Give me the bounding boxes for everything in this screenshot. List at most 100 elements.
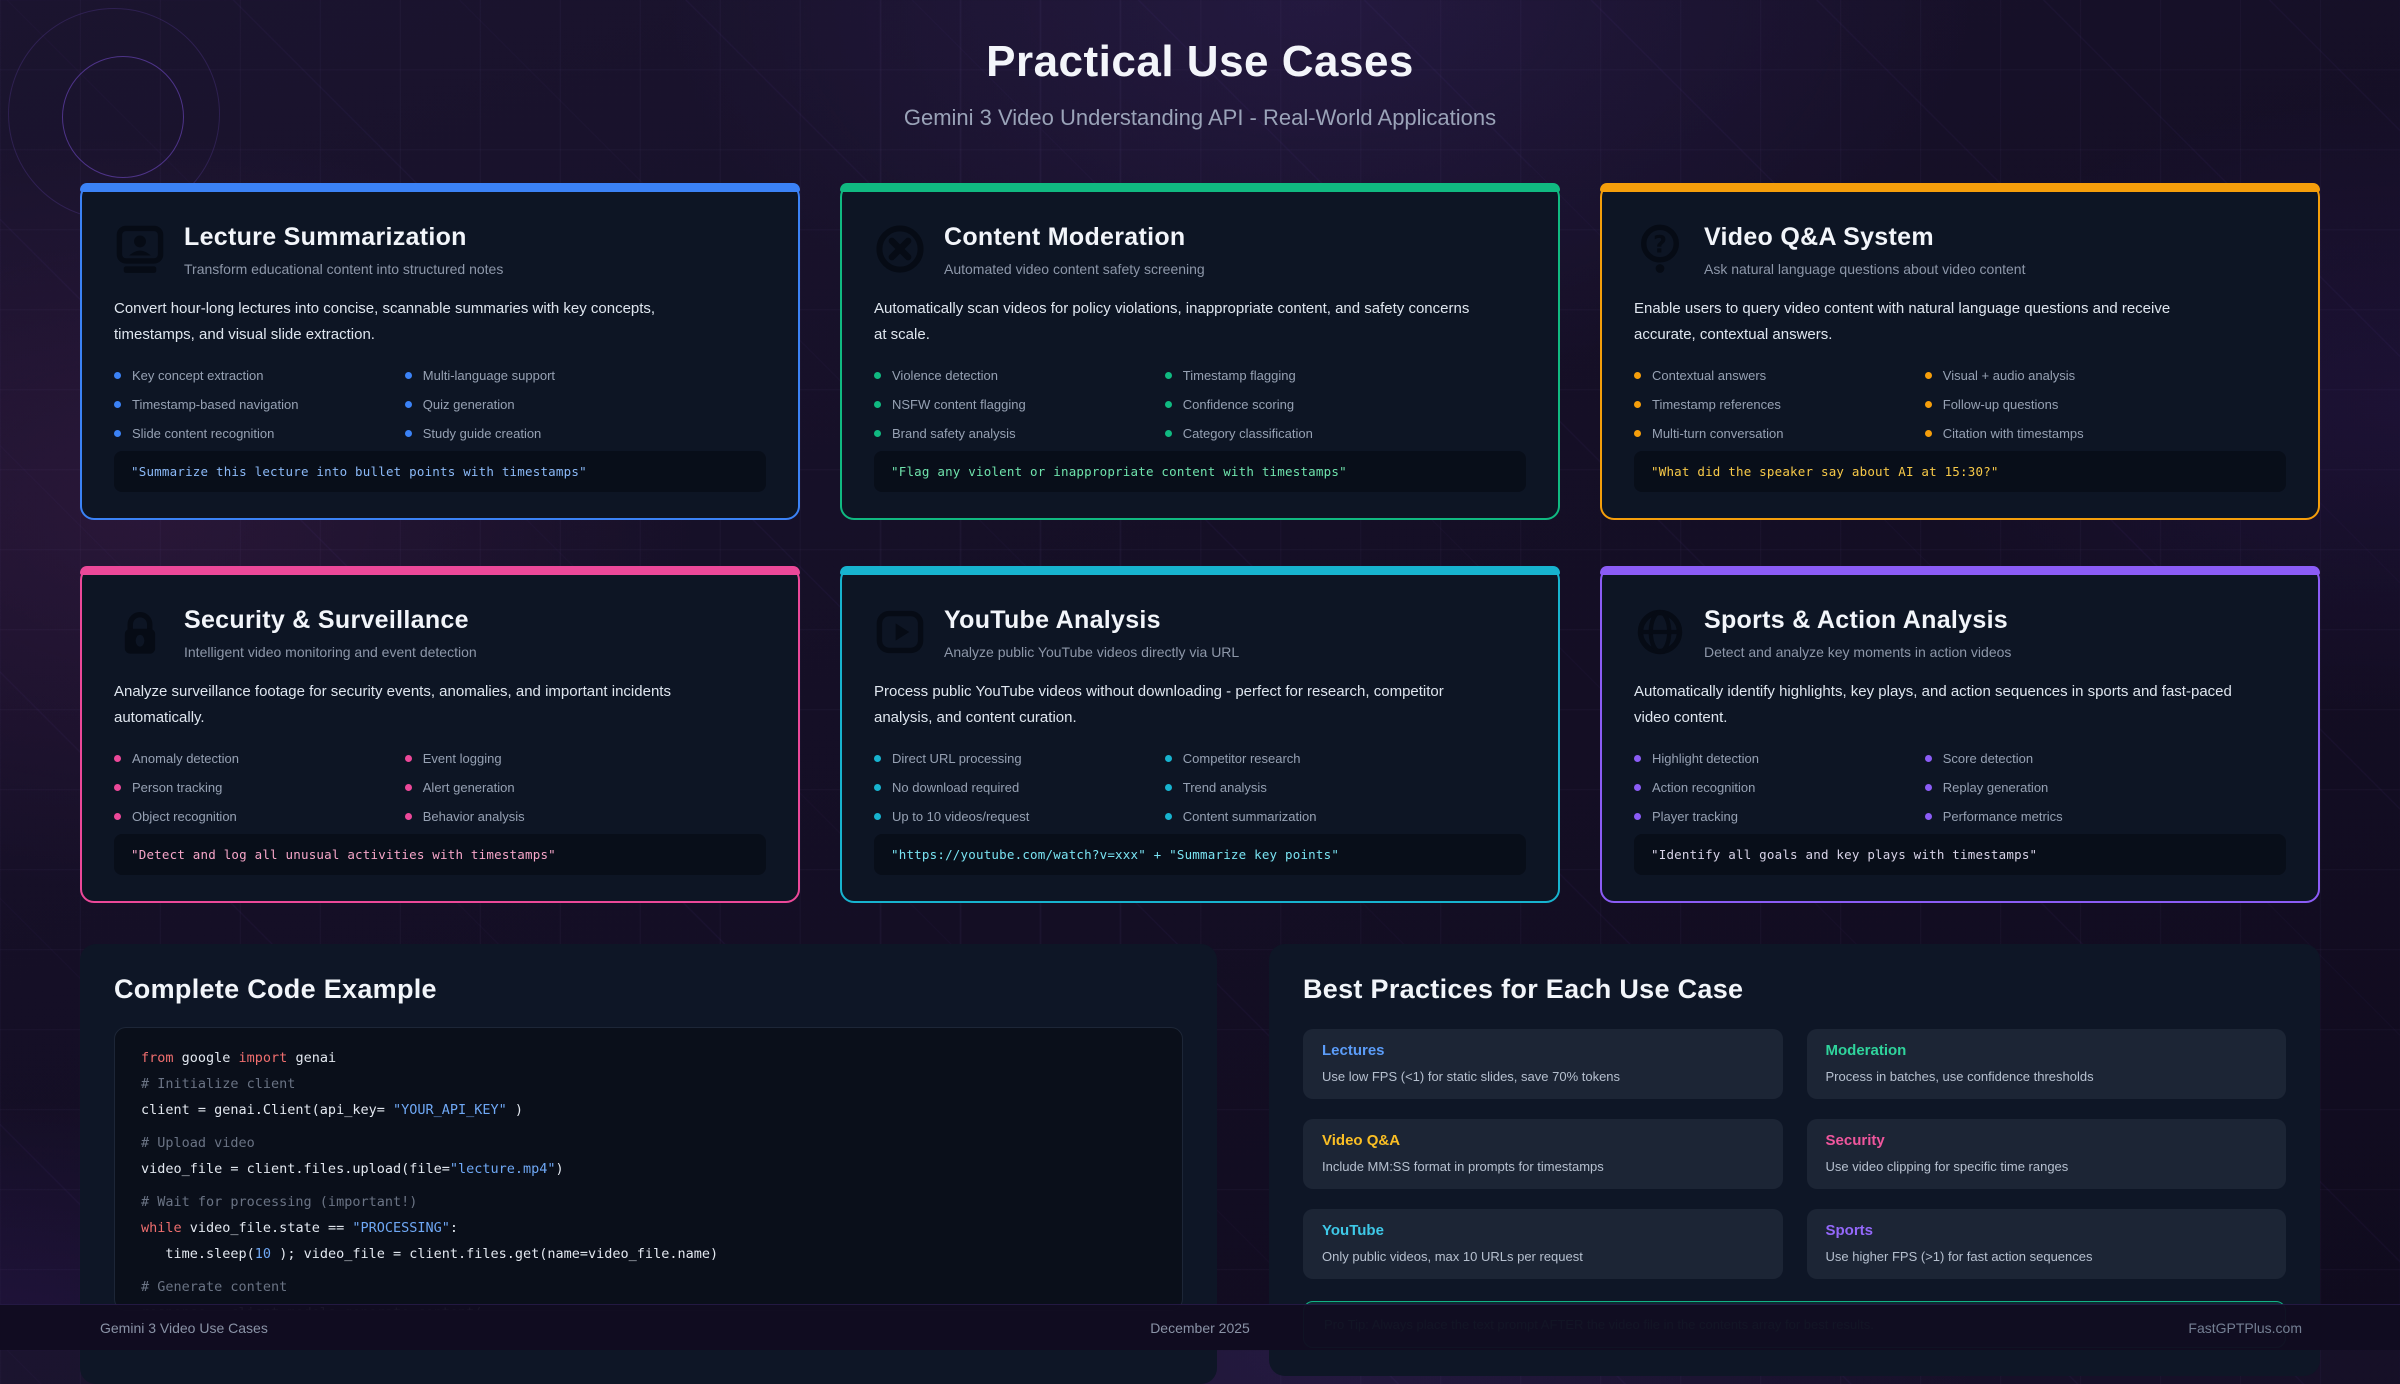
prompt-example: "Flag any violent or inappropriate conte… (874, 451, 1526, 492)
feature-label: Content summarization (1182, 809, 1317, 824)
bullet-dot-icon (874, 401, 881, 408)
bullet-dot-icon (1924, 430, 1932, 437)
feature-item: No download required (874, 780, 1165, 795)
feature-item: Contextual answers (1634, 368, 1925, 383)
feature-item: Multi-turn conversation (1634, 426, 1925, 441)
card-title: Security & Surveillance (184, 606, 469, 634)
feature-item: Timestamp flagging (1164, 368, 1434, 383)
bullet-dot-icon (1924, 755, 1932, 762)
play-button-icon (874, 606, 926, 658)
code-line: time.sleep(10 ); video_file = client.fil… (141, 1246, 719, 1262)
bullet-dot-icon (1634, 401, 1641, 408)
card-subtitle: Ask natural language questions about vid… (1704, 261, 2026, 277)
feature-label: Competitor research (1182, 751, 1301, 766)
code-line: # Generate content (141, 1279, 288, 1295)
feature-label: Performance metrics (1942, 809, 2063, 824)
best-practice-label: Moderation (1825, 1042, 1907, 1059)
feature-item: Category classification (1164, 426, 1434, 441)
feature-item: Competitor research (1164, 751, 1434, 766)
feature-label: Multi-turn conversation (1652, 426, 1784, 441)
feature-label: Category classification (1182, 426, 1313, 441)
best-practice-card: YouTube Only public videos, max 10 URLs p… (1303, 1209, 1783, 1279)
feature-item: Behavior analysis (404, 809, 674, 824)
best-practice-label: Security (1825, 1132, 1885, 1149)
feature-label: Multi-language support (422, 368, 556, 383)
card-description: Automatically identify highlights, key p… (1634, 683, 2232, 726)
feature-item: Quiz generation (404, 397, 674, 412)
bullet-dot-icon (874, 430, 881, 437)
bullet-dot-icon (1634, 784, 1641, 791)
bullet-dot-icon (404, 755, 412, 762)
feature-item: Timestamp-based navigation (114, 397, 405, 412)
feature-label: Direct URL processing (892, 751, 1022, 766)
prompt-example: "https://youtube.com/watch?v=xxx" + "Sum… (874, 834, 1526, 875)
bullet-dot-icon (1924, 372, 1932, 379)
code-line: # Initialize client (141, 1076, 296, 1092)
feature-label: Study guide creation (422, 426, 542, 441)
feature-item: Up to 10 videos/request (874, 809, 1165, 824)
footer-left-text: Gemini 3 Video Use Cases (100, 1319, 268, 1336)
feature-item: Alert generation (404, 780, 674, 795)
feature-item: Action recognition (1634, 780, 1925, 795)
bullet-dot-icon (114, 372, 121, 379)
bullet-dot-icon (1164, 372, 1172, 379)
feature-label: Player tracking (1652, 809, 1738, 824)
feature-item: Score detection (1924, 751, 2194, 766)
best-practice-text: Use low FPS (<1) for static slides, save… (1322, 1069, 1621, 1084)
bullet-dot-icon (404, 813, 412, 820)
bullet-dot-icon (404, 784, 412, 791)
feature-label: No download required (892, 780, 1020, 795)
prompt-example: "Summarize this lecture into bullet poin… (114, 451, 766, 492)
svg-text:?: ? (1653, 230, 1667, 258)
best-practice-label: Sports (1825, 1222, 1874, 1239)
card-title: Content Moderation (944, 223, 1186, 251)
use-case-card: Security & Surveillance Intelligent video… (80, 566, 800, 903)
bullet-dot-icon (874, 372, 881, 379)
feature-label: Confidence scoring (1182, 397, 1295, 412)
bullet-dot-icon (114, 430, 121, 437)
card-subtitle: Transform educational content into struc… (184, 261, 504, 277)
feature-label: Object recognition (132, 809, 237, 824)
bullet-dot-icon (1634, 372, 1641, 379)
card-description: Process public YouTube videos without do… (874, 683, 1444, 726)
bullet-dot-icon (404, 430, 412, 437)
feature-item: Follow-up questions (1924, 397, 2194, 412)
bullet-dot-icon (1164, 813, 1172, 820)
bullet-dot-icon (1634, 430, 1641, 437)
best-practice-text: Only public videos, max 10 URLs per requ… (1322, 1249, 1583, 1264)
feature-label: Anomaly detection (132, 751, 239, 766)
feature-label: Citation with timestamps (1942, 426, 2084, 441)
bullet-dot-icon (404, 401, 412, 408)
feature-item: Anomaly detection (114, 751, 405, 766)
feature-item: Player tracking (1634, 809, 1925, 824)
card-title: Video Q&A System (1704, 223, 1934, 251)
best-practice-label: Video Q&A (1322, 1132, 1401, 1149)
feature-label: NSFW content flagging (892, 397, 1026, 412)
feature-item: Study guide creation (404, 426, 674, 441)
best-practice-card: Lectures Use low FPS (<1) for static slid… (1303, 1029, 1783, 1099)
best-practice-card: Video Q&A Include MM:SS format in prompts… (1303, 1119, 1783, 1189)
prompt-example: "What did the speaker say about AI at 15… (1634, 451, 2286, 492)
footer-date: December 2025 (1150, 1319, 1250, 1336)
code-line: client = genai.Client(api_key= "YOUR_API… (141, 1102, 524, 1118)
feature-label: Behavior analysis (422, 809, 525, 824)
feature-item: Key concept extraction (114, 368, 405, 383)
bullet-dot-icon (1164, 755, 1172, 762)
feature-item: Person tracking (114, 780, 405, 795)
card-description: Automatically scan videos for policy vio… (874, 300, 1470, 343)
feature-item: Timestamp references (1634, 397, 1925, 412)
feature-label: Timestamp-based navigation (132, 397, 299, 412)
feature-label: Trend analysis (1182, 780, 1267, 795)
best-practice-label: Lectures (1322, 1042, 1385, 1059)
best-practice-card: Moderation Process in batches, use confid… (1806, 1029, 2286, 1099)
feature-item: Slide content recognition (114, 426, 405, 441)
feature-label: Timestamp flagging (1182, 368, 1296, 383)
feature-label: Score detection (1942, 751, 2034, 766)
code-line: video_file = client.files.upload(file="l… (141, 1161, 564, 1177)
card-description: Enable users to query video content with… (1634, 300, 2171, 343)
feature-label: Timestamp references (1652, 397, 1781, 412)
card-subtitle: Analyze public YouTube videos directly v… (944, 644, 1240, 660)
bullet-dot-icon (114, 813, 121, 820)
code-line: from google import genai (141, 1050, 337, 1066)
padlock-icon (114, 606, 166, 658)
